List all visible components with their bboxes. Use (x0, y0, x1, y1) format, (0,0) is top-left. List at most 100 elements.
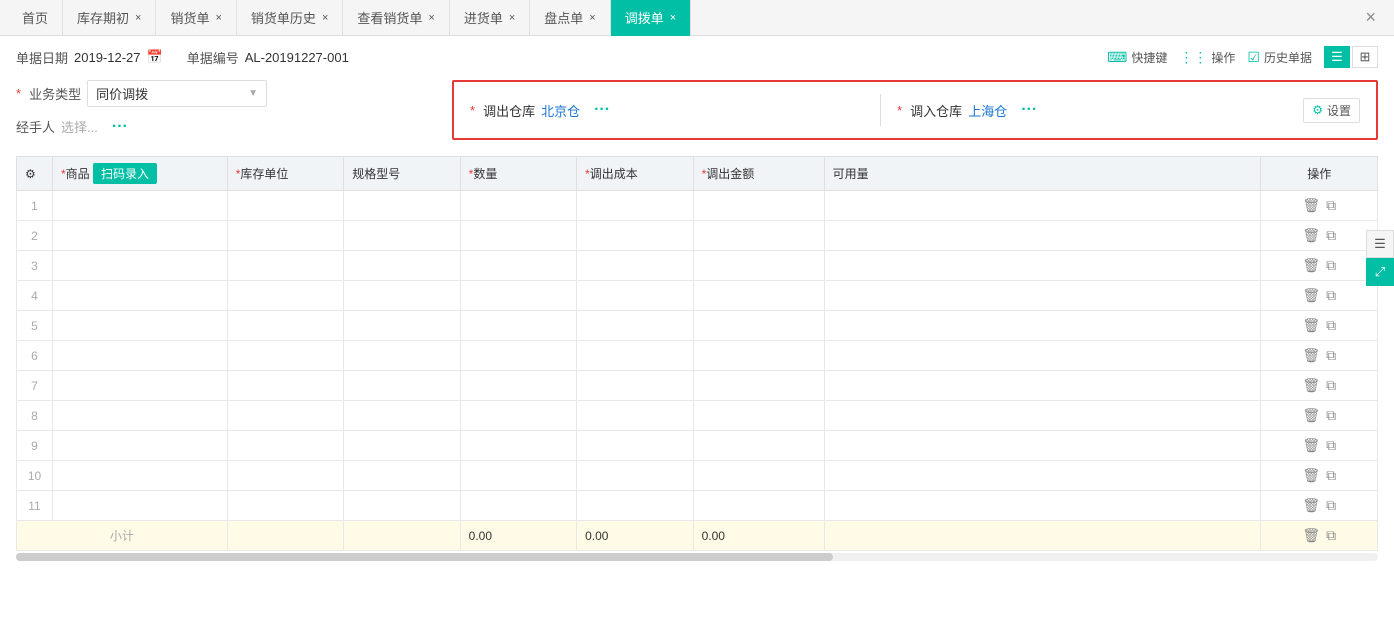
row-copy-icon[interactable]: ⧉ (1326, 227, 1336, 244)
tab-home[interactable]: 首页 (8, 0, 63, 36)
transfer-out-value[interactable]: 北京仓 (541, 101, 580, 120)
cell-qty[interactable] (460, 461, 576, 491)
cell-amount[interactable] (693, 221, 824, 251)
row-copy-icon[interactable]: ⧉ (1326, 347, 1336, 364)
row-copy-icon[interactable]: ⧉ (1326, 257, 1336, 274)
window-close-button[interactable]: × (1355, 7, 1386, 28)
tab-close-sales-order[interactable]: × (215, 12, 221, 24)
cell-amount[interactable] (693, 491, 824, 521)
cell-qty[interactable] (460, 431, 576, 461)
cell-product[interactable] (53, 431, 228, 461)
th-settings[interactable]: ⚙ (17, 157, 53, 191)
cell-product[interactable] (53, 491, 228, 521)
cell-cost[interactable] (577, 341, 693, 371)
cell-cost[interactable] (577, 251, 693, 281)
row-delete-icon[interactable]: 🗑 (1302, 347, 1320, 364)
row-copy-icon[interactable]: ⧉ (1326, 437, 1336, 454)
cell-qty[interactable] (460, 281, 576, 311)
cell-spec[interactable] (344, 371, 460, 401)
row-copy-icon[interactable]: ⧉ (1326, 497, 1336, 514)
layout-list-button[interactable]: ☰ (1324, 46, 1350, 68)
cell-cost[interactable] (577, 221, 693, 251)
cell-qty[interactable] (460, 251, 576, 281)
cell-product[interactable] (53, 191, 228, 221)
cell-cost[interactable] (577, 401, 693, 431)
row-copy-icon[interactable]: ⧉ (1326, 377, 1336, 394)
float-list-icon[interactable]: ☰ (1366, 230, 1394, 258)
row-delete-icon[interactable]: 🗑 (1302, 197, 1320, 214)
cell-qty[interactable] (460, 191, 576, 221)
settings-button[interactable]: ⚙ 设置 (1303, 98, 1360, 123)
cell-qty[interactable] (460, 371, 576, 401)
cell-unit[interactable] (227, 461, 343, 491)
tab-view-sales[interactable]: 查看销货单 × (343, 0, 449, 36)
cell-qty[interactable] (460, 491, 576, 521)
cell-unit[interactable] (227, 371, 343, 401)
cell-product[interactable] (53, 341, 228, 371)
row-copy-icon[interactable]: ⧉ (1326, 287, 1336, 304)
cell-unit[interactable] (227, 191, 343, 221)
cell-available[interactable] (824, 191, 1261, 221)
cell-available[interactable] (824, 311, 1261, 341)
cell-unit[interactable] (227, 491, 343, 521)
tab-inventory-check[interactable]: 盘点单 × (530, 0, 610, 36)
tab-close-inventory-check[interactable]: × (589, 12, 595, 24)
tab-close-transfer[interactable]: × (670, 12, 676, 24)
cell-qty[interactable] (460, 221, 576, 251)
row-delete-icon[interactable]: 🗑 (1302, 257, 1320, 274)
tab-sales-history[interactable]: 销货单历史 × (237, 0, 343, 36)
cell-cost[interactable] (577, 191, 693, 221)
cell-unit[interactable] (227, 221, 343, 251)
cell-amount[interactable] (693, 281, 824, 311)
cell-cost[interactable] (577, 461, 693, 491)
cell-unit[interactable] (227, 281, 343, 311)
tab-purchase-order[interactable]: 进货单 × (450, 0, 530, 36)
shortcut-button[interactable]: ⌨ 快捷键 (1107, 49, 1167, 66)
person-more-button[interactable]: ··· (112, 118, 128, 136)
cell-available[interactable] (824, 461, 1261, 491)
cell-amount[interactable] (693, 251, 824, 281)
cell-unit[interactable] (227, 431, 343, 461)
subtotal-copy-icon[interactable]: ⧉ (1326, 527, 1336, 544)
subtotal-delete-icon[interactable]: 🗑 (1302, 527, 1320, 544)
cell-amount[interactable] (693, 371, 824, 401)
cell-amount[interactable] (693, 191, 824, 221)
cell-cost[interactable] (577, 281, 693, 311)
cell-product[interactable] (53, 371, 228, 401)
cell-available[interactable] (824, 431, 1261, 461)
tab-transfer[interactable]: 调拨单 × (611, 0, 691, 36)
row-copy-icon[interactable]: ⧉ (1326, 317, 1336, 334)
horizontal-scrollbar[interactable] (16, 553, 1378, 561)
cell-available[interactable] (824, 401, 1261, 431)
cell-product[interactable] (53, 221, 228, 251)
transfer-in-more-button[interactable]: ··· (1021, 101, 1037, 119)
scan-button[interactable]: 扫码录入 (93, 163, 157, 184)
row-copy-icon[interactable]: ⧉ (1326, 467, 1336, 484)
cell-product[interactable] (53, 311, 228, 341)
cell-available[interactable] (824, 371, 1261, 401)
cell-qty[interactable] (460, 401, 576, 431)
cell-amount[interactable] (693, 311, 824, 341)
cell-spec[interactable] (344, 281, 460, 311)
calendar-icon[interactable]: 📅 (147, 49, 163, 65)
cell-available[interactable] (824, 341, 1261, 371)
cell-unit[interactable] (227, 401, 343, 431)
row-delete-icon[interactable]: 🗑 (1302, 467, 1320, 484)
layout-grid-button[interactable]: ⊞ (1352, 46, 1378, 68)
row-copy-icon[interactable]: ⧉ (1326, 197, 1336, 214)
cell-product[interactable] (53, 461, 228, 491)
row-delete-icon[interactable]: 🗑 (1302, 377, 1320, 394)
float-expand-icon[interactable]: ⤢ (1366, 258, 1394, 286)
cell-spec[interactable] (344, 491, 460, 521)
cell-unit[interactable] (227, 311, 343, 341)
cell-available[interactable] (824, 491, 1261, 521)
row-delete-icon[interactable]: 🗑 (1302, 407, 1320, 424)
cell-product[interactable] (53, 281, 228, 311)
cell-amount[interactable] (693, 461, 824, 491)
transfer-in-value[interactable]: 上海仓 (968, 101, 1007, 120)
tab-sales-order[interactable]: 销货单 × (156, 0, 236, 36)
cell-available[interactable] (824, 251, 1261, 281)
row-delete-icon[interactable]: 🗑 (1302, 437, 1320, 454)
cell-available[interactable] (824, 221, 1261, 251)
cell-spec[interactable] (344, 251, 460, 281)
